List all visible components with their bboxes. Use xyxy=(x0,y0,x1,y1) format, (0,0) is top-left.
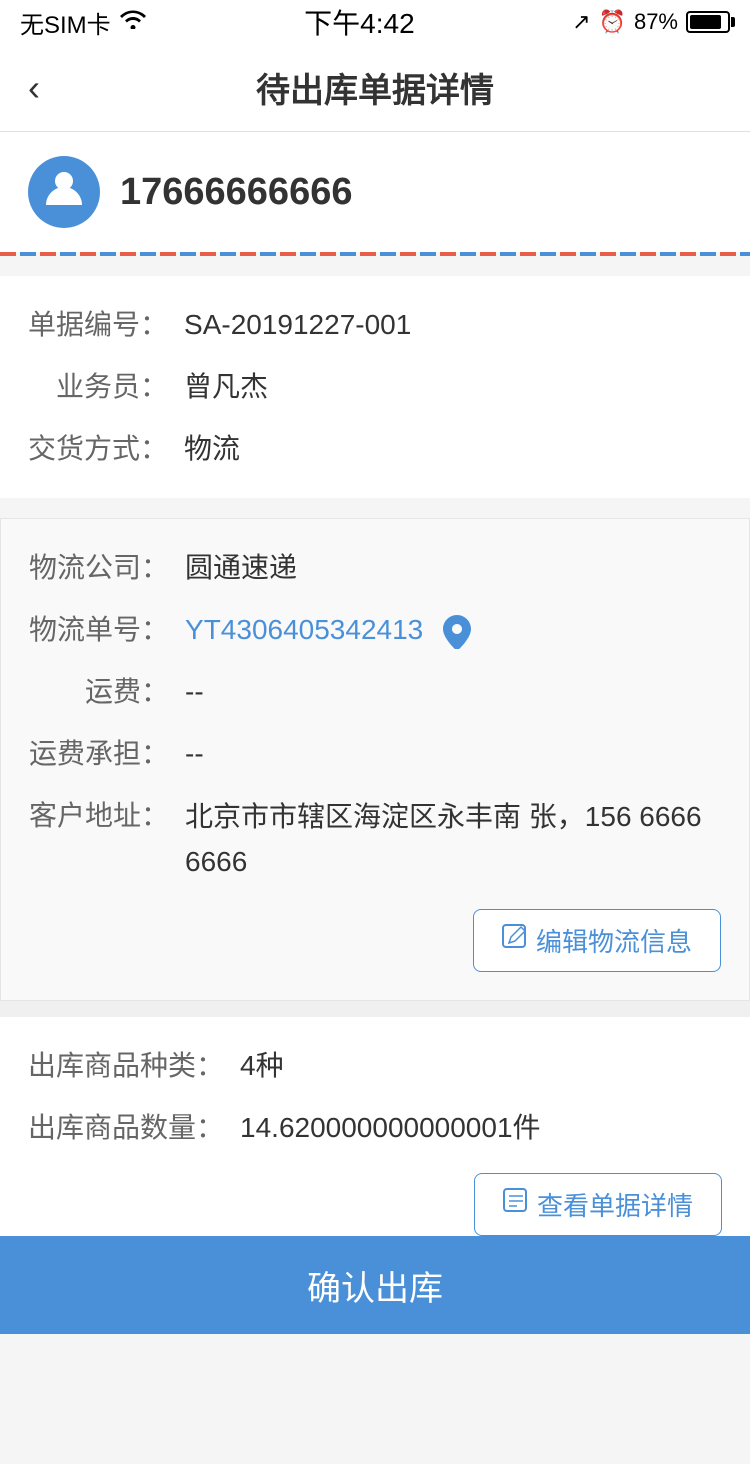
status-bar: 无SIM卡 下午4:42 ↗ ⏰ 87% xyxy=(0,0,750,44)
delivery-value: 物流 xyxy=(184,428,722,470)
location-pin-icon[interactable] xyxy=(443,615,471,649)
goods-types-label: 出库商品种类： xyxy=(28,1045,224,1087)
freight-by-label: 运费承担： xyxy=(29,733,169,775)
logistics-company-value: 圆通速递 xyxy=(185,547,721,589)
document-icon xyxy=(503,1188,529,1221)
status-time: 下午4:42 xyxy=(304,2,415,42)
goods-quantity-label: 出库商品数量： xyxy=(28,1107,224,1149)
avatar xyxy=(28,156,100,228)
goods-quantity-value: 14.620000000000001件 xyxy=(240,1107,722,1149)
back-button[interactable]: ‹ xyxy=(28,67,40,109)
status-right: ↗ ⏰ 87% xyxy=(572,9,730,35)
location-icon: ↗ xyxy=(572,9,590,35)
nav-bar: ‹ 待出库单据详情 xyxy=(0,44,750,132)
freight-by-row: 运费承担： -- xyxy=(29,733,721,775)
goods-quantity-row: 出库商品数量： 14.620000000000001件 xyxy=(28,1107,722,1149)
delivery-label: 交货方式： xyxy=(28,428,168,470)
logistics-company-row: 物流公司： 圆通速递 xyxy=(29,547,721,589)
agent-label: 业务员： xyxy=(28,366,168,408)
agent-value: 曾凡杰 xyxy=(184,366,722,408)
section-divider-1 xyxy=(0,1001,750,1017)
goods-types-value: 4种 xyxy=(240,1045,722,1087)
edit-logistics-label: 编辑物流信息 xyxy=(536,922,692,959)
address-label: 客户地址： xyxy=(29,795,169,837)
goods-types-row: 出库商品种类： 4种 xyxy=(28,1045,722,1087)
agent-row: 业务员： 曾凡杰 xyxy=(28,366,722,408)
dashed-divider xyxy=(0,252,750,256)
battery-percent: 87% xyxy=(634,9,678,35)
customer-header: 17666666666 xyxy=(0,132,750,252)
tracking-no-value: YT4306405342413 xyxy=(185,609,721,651)
carrier-label: 无SIM卡 xyxy=(20,5,111,40)
alarm-icon: ⏰ xyxy=(599,9,626,35)
edit-logistics-button[interactable]: 编辑物流信息 xyxy=(473,909,721,972)
freight-label: 运费： xyxy=(29,671,169,713)
edit-icon xyxy=(502,924,528,957)
doc-no-row: 单据编号： SA-20191227-001 xyxy=(28,304,722,346)
customer-phone: 17666666666 xyxy=(120,171,352,214)
freight-value: -- xyxy=(185,671,721,713)
confirm-button-label: 确认出库 xyxy=(307,1261,443,1310)
freight-by-value: -- xyxy=(185,733,721,775)
logistics-company-label: 物流公司： xyxy=(29,547,169,589)
view-detail-label: 查看单据详情 xyxy=(537,1186,693,1223)
goods-section: 出库商品种类： 4种 出库商品数量： 14.620000000000001件 查… xyxy=(0,1017,750,1264)
document-info-section: 单据编号： SA-20191227-001 业务员： 曾凡杰 交货方式： 物流 xyxy=(0,276,750,498)
battery-icon xyxy=(686,11,730,33)
tracking-no-label: 物流单号： xyxy=(29,609,169,651)
doc-no-value: SA-20191227-001 xyxy=(184,304,722,346)
user-icon xyxy=(42,165,86,220)
logistics-section: 物流公司： 圆通速递 物流单号： YT4306405342413 运费： -- … xyxy=(0,518,750,1001)
wifi-icon xyxy=(119,8,147,36)
tracking-no-row: 物流单号： YT4306405342413 xyxy=(29,609,721,651)
delivery-row: 交货方式： 物流 xyxy=(28,428,722,470)
confirm-bar[interactable]: 确认出库 xyxy=(0,1236,750,1334)
view-detail-button[interactable]: 查看单据详情 xyxy=(474,1173,722,1236)
address-value: 北京市市辖区海淀区永丰南 张，156 6666 6666 xyxy=(185,795,721,885)
status-left: 无SIM卡 xyxy=(20,5,147,40)
edit-logistics-container: 编辑物流信息 xyxy=(29,909,721,972)
doc-no-label: 单据编号： xyxy=(28,304,168,346)
view-detail-container: 查看单据详情 xyxy=(28,1173,722,1236)
freight-row: 运费： -- xyxy=(29,671,721,713)
address-row: 客户地址： 北京市市辖区海淀区永丰南 张，156 6666 6666 xyxy=(29,795,721,885)
page-title: 待出库单据详情 xyxy=(256,63,494,112)
